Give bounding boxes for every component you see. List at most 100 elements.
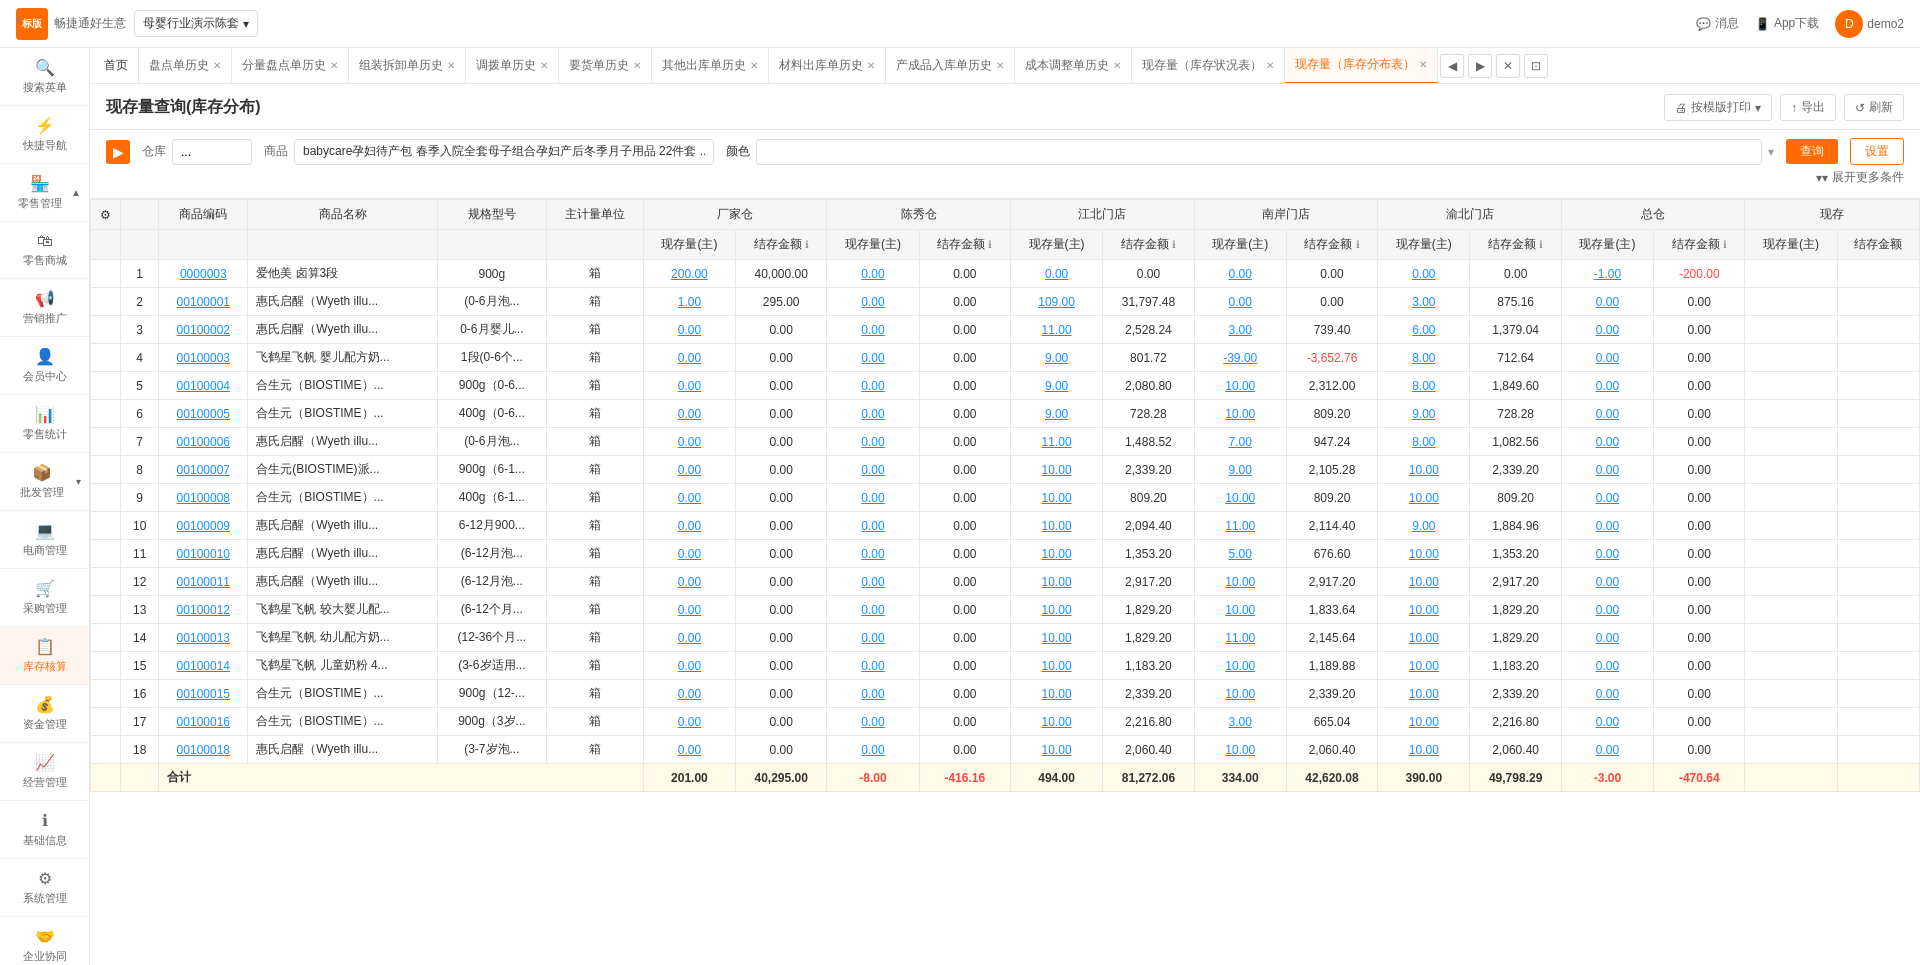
row-factory-stock[interactable]: 0.00 (643, 372, 735, 400)
tab-home[interactable]: 首页 (94, 48, 139, 84)
row-yubei-stock[interactable]: 10.00 (1378, 736, 1470, 764)
tab-inventory-count[interactable]: 盘点单历史 ✕ (139, 48, 232, 84)
row-total-stock[interactable]: 0.00 (1561, 652, 1653, 680)
row-code[interactable]: 00100015 (159, 680, 248, 708)
row-jiangbei-stock[interactable]: 10.00 (1011, 596, 1103, 624)
row-yubei-stock[interactable]: 10.00 (1378, 708, 1470, 736)
row-chen-stock[interactable]: 0.00 (827, 316, 919, 344)
sidebar-item-operation[interactable]: 📈 经营管理 (0, 743, 89, 801)
sidebar-item-retail-stats[interactable]: 📊 零售统计 (0, 395, 89, 453)
row-total-stock[interactable]: 0.00 (1561, 288, 1653, 316)
row-yubei-stock[interactable]: 10.00 (1378, 624, 1470, 652)
row-nanan-stock[interactable]: 10.00 (1194, 568, 1286, 596)
row-nanan-stock[interactable]: 0.00 (1194, 288, 1286, 316)
row-code[interactable]: 00100018 (159, 736, 248, 764)
search-btn[interactable]: 查询 (1786, 139, 1838, 164)
row-jiangbei-stock[interactable]: 10.00 (1011, 652, 1103, 680)
row-factory-stock[interactable]: 1.00 (643, 288, 735, 316)
row-nanan-stock[interactable]: 11.00 (1194, 512, 1286, 540)
row-chen-stock[interactable]: 0.00 (827, 540, 919, 568)
message-btn[interactable]: 💬 消息 (1696, 15, 1739, 32)
row-yubei-stock[interactable]: 9.00 (1378, 400, 1470, 428)
row-chen-stock[interactable]: 0.00 (827, 568, 919, 596)
tab-close-icon[interactable]: ✕ (330, 60, 338, 71)
tab-close-all-btn[interactable]: ✕ (1496, 54, 1520, 78)
tab-material-out[interactable]: 材料出库单历史 ✕ (769, 48, 886, 84)
row-nanan-stock[interactable]: 10.00 (1194, 372, 1286, 400)
row-factory-stock[interactable]: 0.00 (643, 484, 735, 512)
row-yubei-stock[interactable]: 10.00 (1378, 540, 1470, 568)
row-code[interactable]: 00100007 (159, 456, 248, 484)
row-jiangbei-stock[interactable]: 10.00 (1011, 680, 1103, 708)
row-factory-stock[interactable]: 200.00 (643, 260, 735, 288)
row-nanan-stock[interactable]: 7.00 (1194, 428, 1286, 456)
tab-transfer[interactable]: 调拨单历史 ✕ (466, 48, 559, 84)
row-jiangbei-stock[interactable]: 10.00 (1011, 484, 1103, 512)
tab-order[interactable]: 要货单历史 ✕ (559, 48, 652, 84)
sidebar-item-mall[interactable]: 🛍 零售商城 (0, 222, 89, 279)
refresh-btn[interactable]: ↺ 刷新 (1844, 94, 1904, 121)
row-code[interactable]: 0000003 (159, 260, 248, 288)
row-code[interactable]: 00100005 (159, 400, 248, 428)
row-factory-stock[interactable]: 0.00 (643, 708, 735, 736)
row-jiangbei-stock[interactable]: 10.00 (1011, 624, 1103, 652)
sidebar-item-purchase[interactable]: 🛒 采购管理 (0, 569, 89, 627)
sidebar-item-retail[interactable]: 🏪 零售管理 ▲ (0, 164, 89, 222)
expand-more-btn[interactable]: ▾▾ 展开更多条件 (1816, 169, 1904, 186)
sidebar-item-member[interactable]: 👤 会员中心 (0, 337, 89, 395)
row-total-stock[interactable]: 0.00 (1561, 540, 1653, 568)
row-code[interactable]: 00100011 (159, 568, 248, 596)
row-code[interactable]: 00100013 (159, 624, 248, 652)
tab-cost-adjust[interactable]: 成本调整单历史 ✕ (1015, 48, 1132, 84)
row-total-stock[interactable]: 0.00 (1561, 596, 1653, 624)
row-chen-stock[interactable]: 0.00 (827, 372, 919, 400)
row-factory-stock[interactable]: 0.00 (643, 400, 735, 428)
row-nanan-stock[interactable]: 11.00 (1194, 624, 1286, 652)
row-nanan-stock[interactable]: 10.00 (1194, 652, 1286, 680)
sidebar-item-inventory[interactable]: 📋 库存核算 (0, 627, 89, 685)
user-profile[interactable]: D demo2 (1835, 10, 1904, 38)
row-total-stock[interactable]: 0.00 (1561, 456, 1653, 484)
tab-close-icon[interactable]: ✕ (1419, 59, 1427, 70)
sidebar-item-marketing[interactable]: 📢 营销推广 (0, 279, 89, 337)
row-factory-stock[interactable]: 0.00 (643, 736, 735, 764)
row-factory-stock[interactable]: 0.00 (643, 680, 735, 708)
tab-stock-distribution[interactable]: 现存量（库存分布表） ✕ (1285, 48, 1438, 84)
row-jiangbei-stock[interactable]: 9.00 (1011, 400, 1103, 428)
row-jiangbei-stock[interactable]: 9.00 (1011, 344, 1103, 372)
row-chen-stock[interactable]: 0.00 (827, 260, 919, 288)
row-yubei-stock[interactable]: 10.00 (1378, 652, 1470, 680)
tab-close-icon[interactable]: ✕ (1113, 60, 1121, 71)
row-nanan-stock[interactable]: 3.00 (1194, 708, 1286, 736)
row-yubei-stock[interactable]: 8.00 (1378, 372, 1470, 400)
row-total-stock[interactable]: 0.00 (1561, 344, 1653, 372)
tab-close-icon[interactable]: ✕ (633, 60, 641, 71)
row-total-stock[interactable]: 0.00 (1561, 484, 1653, 512)
row-yubei-stock[interactable]: 10.00 (1378, 484, 1470, 512)
app-download-btn[interactable]: 📱 App下载 (1755, 15, 1819, 32)
row-nanan-stock[interactable]: 10.00 (1194, 484, 1286, 512)
row-chen-stock[interactable]: 0.00 (827, 288, 919, 316)
row-yubei-stock[interactable]: 8.00 (1378, 344, 1470, 372)
color-input[interactable] (756, 139, 1762, 165)
tab-close-icon[interactable]: ✕ (1266, 60, 1274, 71)
row-jiangbei-stock[interactable]: 9.00 (1011, 372, 1103, 400)
search-expand-btn[interactable]: ▶ (106, 140, 130, 164)
row-yubei-stock[interactable]: 0.00 (1378, 260, 1470, 288)
row-code[interactable]: 00100002 (159, 316, 248, 344)
warehouse-input[interactable] (172, 139, 252, 165)
row-jiangbei-stock[interactable]: 11.00 (1011, 428, 1103, 456)
tab-other-out[interactable]: 其他出库单历史 ✕ (652, 48, 769, 84)
row-factory-stock[interactable]: 0.00 (643, 428, 735, 456)
row-chen-stock[interactable]: 0.00 (827, 344, 919, 372)
row-nanan-stock[interactable]: 0.00 (1194, 260, 1286, 288)
row-code[interactable]: 00100016 (159, 708, 248, 736)
row-total-stock[interactable]: 0.00 (1561, 568, 1653, 596)
row-jiangbei-stock[interactable]: 10.00 (1011, 456, 1103, 484)
sidebar-item-nav[interactable]: ⚡ 快捷导航 (0, 106, 89, 164)
industry-select[interactable]: 母婴行业演示陈套 ▾ (134, 10, 258, 37)
row-code[interactable]: 00100012 (159, 596, 248, 624)
row-factory-stock[interactable]: 0.00 (643, 568, 735, 596)
row-yubei-stock[interactable]: 10.00 (1378, 680, 1470, 708)
row-jiangbei-stock[interactable]: 0.00 (1011, 260, 1103, 288)
